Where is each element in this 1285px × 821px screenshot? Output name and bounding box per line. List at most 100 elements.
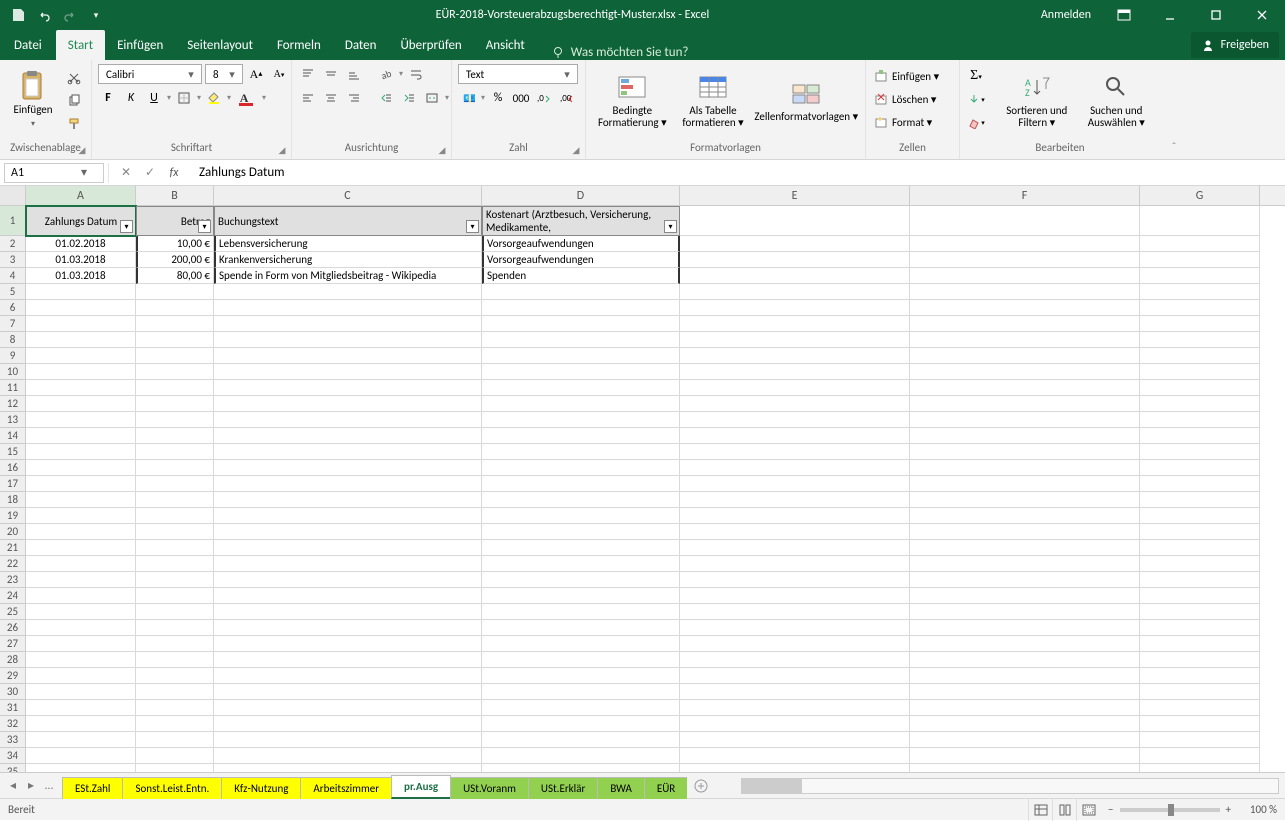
cell[interactable] — [910, 348, 1140, 364]
minimize-button[interactable] — [1147, 0, 1193, 30]
format-as-table-button[interactable]: Als Tabelle formatieren ▾ — [677, 64, 750, 136]
cell[interactable] — [214, 412, 482, 428]
cell[interactable] — [214, 636, 482, 652]
cell[interactable] — [26, 764, 136, 772]
cell[interactable] — [1140, 700, 1260, 716]
row-header[interactable]: 13 — [0, 412, 26, 428]
row-header[interactable]: 12 — [0, 396, 26, 412]
table-header-cell[interactable]: Buchungstext▾ — [214, 206, 482, 236]
row-header[interactable]: 11 — [0, 380, 26, 396]
cell[interactable] — [1140, 332, 1260, 348]
ribbon-display-options-icon[interactable] — [1101, 0, 1147, 30]
cell[interactable] — [1140, 444, 1260, 460]
cell[interactable] — [214, 492, 482, 508]
cell[interactable] — [1140, 460, 1260, 476]
cell[interactable] — [26, 284, 136, 300]
cell[interactable] — [482, 476, 680, 492]
cell[interactable] — [214, 508, 482, 524]
cell[interactable] — [214, 588, 482, 604]
borders-icon[interactable] — [174, 88, 194, 108]
cell[interactable] — [214, 460, 482, 476]
cell[interactable] — [482, 396, 680, 412]
cell[interactable] — [680, 252, 910, 268]
row-header[interactable]: 33 — [0, 732, 26, 748]
row-header[interactable]: 2 — [0, 236, 26, 252]
cell[interactable]: Lebensversicherung — [214, 236, 482, 252]
cell[interactable] — [482, 604, 680, 620]
cell[interactable] — [214, 364, 482, 380]
cell[interactable] — [1140, 748, 1260, 764]
cell[interactable] — [680, 764, 910, 772]
sheet-tab[interactable]: ESt.Zahl — [62, 777, 123, 799]
cell[interactable] — [1140, 764, 1260, 772]
row-header[interactable]: 6 — [0, 300, 26, 316]
row-header[interactable]: 18 — [0, 492, 26, 508]
tab-insert[interactable]: Einfügen — [105, 30, 175, 60]
cell[interactable] — [136, 300, 214, 316]
row-header[interactable]: 10 — [0, 364, 26, 380]
horizontal-scrollbar[interactable] — [741, 778, 1279, 794]
cell[interactable] — [136, 460, 214, 476]
cell[interactable] — [136, 316, 214, 332]
cell[interactable] — [482, 332, 680, 348]
cell[interactable] — [1140, 268, 1260, 284]
cell[interactable] — [136, 764, 214, 772]
cell[interactable] — [680, 668, 910, 684]
cell[interactable] — [136, 540, 214, 556]
cell[interactable] — [214, 332, 482, 348]
cell[interactable] — [1140, 604, 1260, 620]
paste-button[interactable]: Einfügen ▾ — [6, 64, 60, 136]
font-dialog-launcher[interactable]: ◢ — [275, 143, 289, 157]
number-dialog-launcher[interactable]: ◢ — [569, 143, 583, 157]
cell[interactable] — [482, 380, 680, 396]
cell[interactable] — [136, 332, 214, 348]
cell[interactable] — [680, 508, 910, 524]
cell[interactable] — [910, 332, 1140, 348]
tab-view[interactable]: Ansicht — [474, 30, 537, 60]
row-header[interactable]: 8 — [0, 332, 26, 348]
cell[interactable] — [214, 684, 482, 700]
cell[interactable] — [910, 492, 1140, 508]
cell[interactable] — [1140, 476, 1260, 492]
increase-decimal-icon[interactable]: ,0 — [534, 88, 554, 108]
cell[interactable] — [136, 604, 214, 620]
tab-data[interactable]: Daten — [333, 30, 389, 60]
cell[interactable] — [214, 604, 482, 620]
cell[interactable] — [1140, 284, 1260, 300]
comma-style-icon[interactable]: 000 — [511, 88, 531, 108]
cell[interactable] — [910, 588, 1140, 604]
alignment-dialog-launcher[interactable]: ◢ — [435, 143, 449, 157]
sheet-tab[interactable]: Kfz-Nutzung — [221, 777, 301, 799]
cell[interactable] — [136, 684, 214, 700]
cut-icon[interactable] — [64, 68, 84, 88]
cell[interactable] — [214, 284, 482, 300]
sheet-nav-prev[interactable]: ▸ — [22, 777, 40, 795]
cell[interactable] — [214, 300, 482, 316]
cell[interactable] — [680, 748, 910, 764]
row-header[interactable]: 5 — [0, 284, 26, 300]
cell[interactable] — [910, 524, 1140, 540]
cell[interactable] — [680, 268, 910, 284]
cell[interactable] — [680, 540, 910, 556]
sheet-tab[interactable]: pr.Ausg — [391, 775, 451, 799]
cell[interactable] — [482, 492, 680, 508]
worksheet-grid[interactable]: A B C D E F G 1Zahlungs Datum▾Betrag▾Buc… — [0, 186, 1285, 772]
row-header[interactable]: 30 — [0, 684, 26, 700]
enter-formula-icon[interactable]: ✓ — [139, 163, 161, 183]
cell[interactable] — [26, 348, 136, 364]
cell[interactable] — [680, 412, 910, 428]
cell[interactable] — [482, 748, 680, 764]
cell[interactable] — [482, 572, 680, 588]
cell[interactable] — [1140, 524, 1260, 540]
cell[interactable] — [680, 588, 910, 604]
cell[interactable] — [680, 460, 910, 476]
accounting-format-icon[interactable]: 💶 — [458, 88, 478, 108]
cell[interactable] — [26, 460, 136, 476]
row-header[interactable]: 34 — [0, 748, 26, 764]
cell[interactable] — [214, 764, 482, 772]
row-header[interactable]: 23 — [0, 572, 26, 588]
cell[interactable] — [26, 396, 136, 412]
percent-icon[interactable]: % — [488, 88, 508, 108]
cell[interactable] — [1140, 348, 1260, 364]
cell[interactable] — [680, 364, 910, 380]
